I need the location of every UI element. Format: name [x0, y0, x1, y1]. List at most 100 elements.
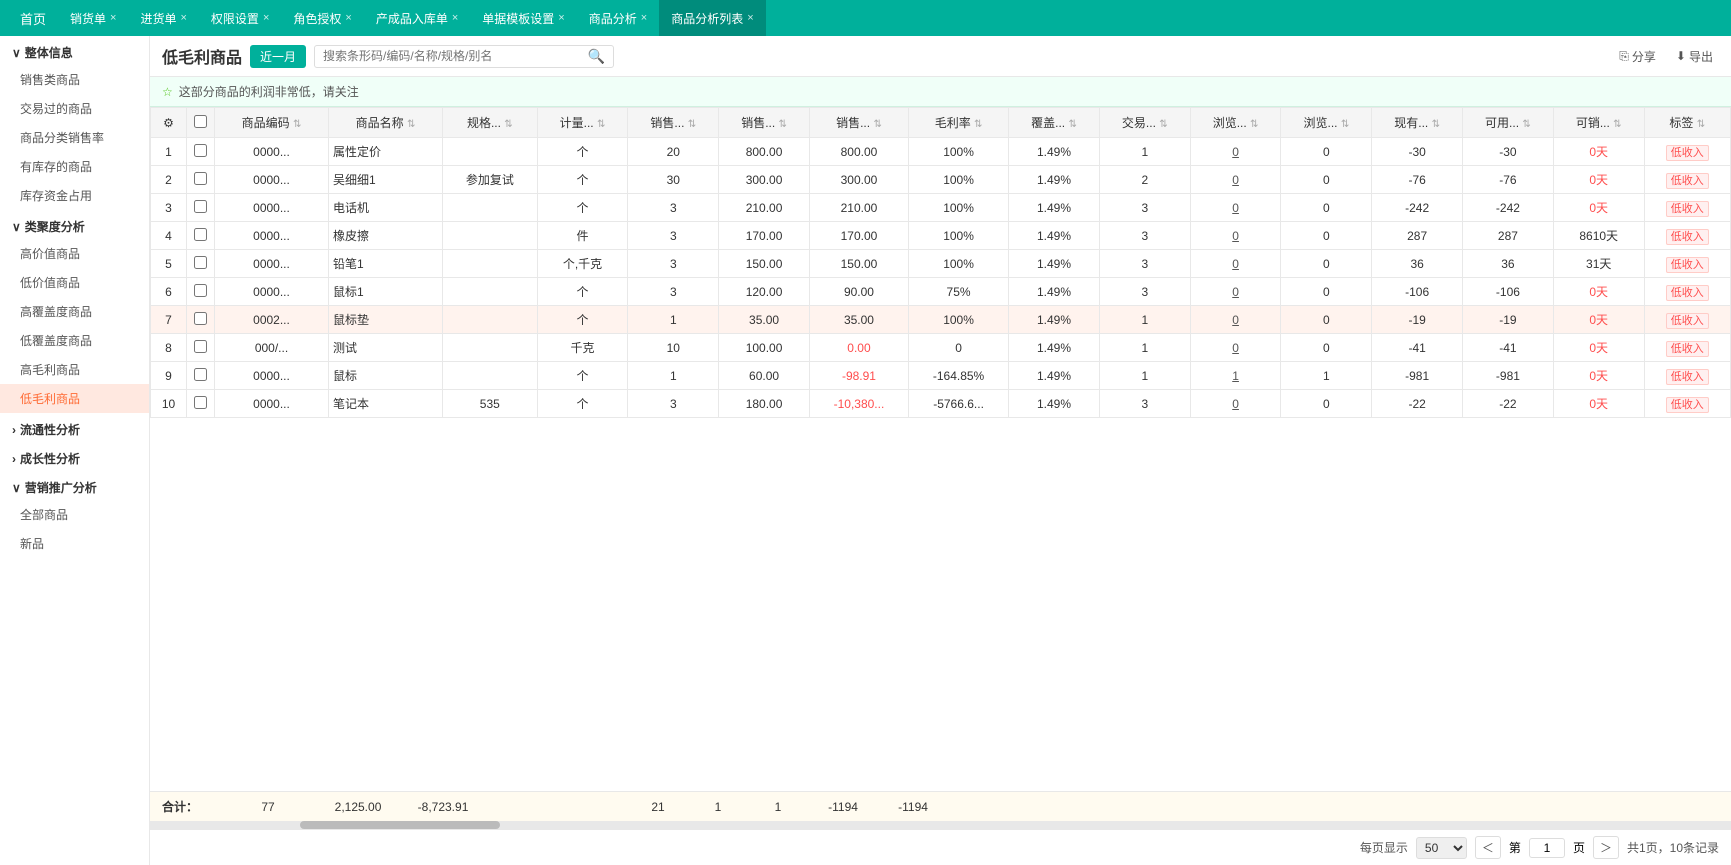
row-views1[interactable]: 0 [1190, 222, 1281, 250]
sidebar-item-high-coverage[interactable]: 高覆盖度商品 [0, 297, 149, 326]
row-checkbox[interactable] [187, 278, 215, 306]
row-views1[interactable]: 0 [1190, 166, 1281, 194]
row-name[interactable]: 鼠标垫 [329, 306, 443, 334]
row-checkbox[interactable] [187, 166, 215, 194]
tag-badge: 低收入 [1666, 397, 1709, 413]
sidebar-item-sales-products[interactable]: 销售类商品 [0, 65, 149, 94]
close-icon[interactable]: × [747, 12, 753, 24]
row-index: 7 [151, 306, 187, 334]
row-name[interactable]: 橡皮擦 [329, 222, 443, 250]
row-checkbox[interactable] [187, 334, 215, 362]
scrollbar-thumb[interactable] [300, 821, 500, 829]
row-select-checkbox[interactable] [194, 284, 207, 297]
sidebar-group-liquidity[interactable]: › 流通性分析 [0, 413, 149, 442]
row-select-checkbox[interactable] [194, 144, 207, 157]
tag-badge: 低收入 [1666, 229, 1709, 245]
row-select-checkbox[interactable] [194, 228, 207, 241]
sidebar-item-category-sales-rate[interactable]: 商品分类销售率 [0, 123, 149, 152]
row-name[interactable]: 笔记本 [329, 390, 443, 418]
page-size-select[interactable]: 50 100 [1416, 837, 1467, 859]
select-all-checkbox[interactable] [194, 115, 207, 128]
row-views1[interactable]: 0 [1190, 250, 1281, 278]
row-select-checkbox[interactable] [194, 368, 207, 381]
close-icon[interactable]: × [641, 12, 647, 24]
close-icon[interactable]: × [452, 12, 458, 24]
row-select-checkbox[interactable] [194, 172, 207, 185]
row-name[interactable]: 吴细细1 [329, 166, 443, 194]
filter-recent-month-button[interactable]: 近一月 [250, 45, 306, 68]
sidebar-item-low-coverage[interactable]: 低覆盖度商品 [0, 326, 149, 355]
sidebar-group-overview[interactable]: ∨ 整体信息 [0, 36, 149, 65]
table-row: 10 0000... 笔记本 535 个 3 180.00 -10,380...… [151, 390, 1731, 418]
sidebar-item-stock-capital[interactable]: 库存资金占用 [0, 181, 149, 210]
nav-role-auth[interactable]: 角色授权 × [281, 0, 363, 36]
row-checkbox[interactable] [187, 250, 215, 278]
row-views1[interactable]: 0 [1190, 278, 1281, 306]
row-views1[interactable]: 0 [1190, 138, 1281, 166]
search-input[interactable] [323, 49, 584, 63]
content-header: 低毛利商品 近一月 🔍 ⎘ 分享 ⬇ 导出 [150, 36, 1731, 77]
sidebar-group-cluster[interactable]: ∨ 类聚度分析 [0, 210, 149, 239]
close-icon[interactable]: × [180, 12, 186, 24]
row-unit: 个 [537, 138, 628, 166]
sidebar-item-new-products[interactable]: 新品 [0, 529, 149, 558]
sidebar-item-in-stock[interactable]: 有库存的商品 [0, 152, 149, 181]
prev-page-button[interactable]: ＜ [1475, 836, 1501, 859]
next-page-button[interactable]: ＞ [1593, 836, 1619, 859]
sidebar-group-marketing[interactable]: ∨ 营销推广分析 [0, 471, 149, 500]
row-select-checkbox[interactable] [194, 200, 207, 213]
close-icon[interactable]: × [263, 12, 269, 24]
row-name[interactable]: 鼠标 [329, 362, 443, 390]
main-content: 低毛利商品 近一月 🔍 ⎘ 分享 ⬇ 导出 ☆ 这部分商品的利润非常低，请关注 [150, 36, 1731, 865]
row-amount: 800.00 [719, 138, 810, 166]
sidebar-item-all-products[interactable]: 全部商品 [0, 500, 149, 529]
row-select-checkbox[interactable] [194, 396, 207, 409]
nav-permission[interactable]: 权限设置 × [199, 0, 281, 36]
col-settings[interactable]: ⚙ [151, 108, 187, 138]
row-views1[interactable]: 0 [1190, 390, 1281, 418]
row-checkbox[interactable] [187, 306, 215, 334]
share-button[interactable]: ⎘ 分享 [1613, 45, 1662, 68]
row-views1[interactable]: 0 [1190, 194, 1281, 222]
row-checkbox[interactable] [187, 362, 215, 390]
nav-sales-order[interactable]: 销货单 × [58, 0, 128, 36]
row-select-checkbox[interactable] [194, 256, 207, 269]
row-views2: 0 [1281, 138, 1372, 166]
close-icon[interactable]: × [345, 12, 351, 24]
row-views1[interactable]: 1 [1190, 362, 1281, 390]
row-checkbox[interactable] [187, 390, 215, 418]
row-name[interactable]: 电话机 [329, 194, 443, 222]
nav-template-settings[interactable]: 单据模板设置 × [470, 0, 576, 36]
row-views1[interactable]: 0 [1190, 306, 1281, 334]
row-unit: 个 [537, 390, 628, 418]
nav-home[interactable]: 首页 [8, 0, 58, 36]
page-number-input[interactable] [1529, 838, 1565, 858]
row-select-checkbox[interactable] [194, 340, 207, 353]
search-icon[interactable]: 🔍 [588, 48, 605, 65]
row-select-checkbox[interactable] [194, 312, 207, 325]
row-name[interactable]: 鼠标1 [329, 278, 443, 306]
row-views1[interactable]: 0 [1190, 334, 1281, 362]
row-tag: 低收入 [1644, 222, 1730, 250]
row-name[interactable]: 铅笔1 [329, 250, 443, 278]
sidebar-group-growth[interactable]: › 成长性分析 [0, 442, 149, 471]
export-button[interactable]: ⬇ 导出 [1670, 45, 1719, 68]
row-name[interactable]: 属性定价 [329, 138, 443, 166]
nav-product-analysis-list[interactable]: 商品分析列表 × [659, 0, 765, 36]
close-icon[interactable]: × [558, 12, 564, 24]
horizontal-scrollbar[interactable] [150, 821, 1731, 829]
nav-product-analysis[interactable]: 商品分析 × [577, 0, 659, 36]
sidebar-item-high-value[interactable]: 高价值商品 [0, 239, 149, 268]
row-checkbox[interactable] [187, 194, 215, 222]
sidebar-item-high-margin[interactable]: 高毛利商品 [0, 355, 149, 384]
row-checkbox[interactable] [187, 222, 215, 250]
sidebar-item-low-margin[interactable]: 低毛利商品 [0, 384, 149, 413]
row-name[interactable]: 测试 [329, 334, 443, 362]
row-index: 2 [151, 166, 187, 194]
nav-product-warehouse[interactable]: 产成品入库单 × [364, 0, 470, 36]
sidebar-item-low-value[interactable]: 低价值商品 [0, 268, 149, 297]
close-icon[interactable]: × [110, 12, 116, 24]
nav-purchase-order[interactable]: 进货单 × [128, 0, 198, 36]
sidebar-item-traded-products[interactable]: 交易过的商品 [0, 94, 149, 123]
row-checkbox[interactable] [187, 138, 215, 166]
